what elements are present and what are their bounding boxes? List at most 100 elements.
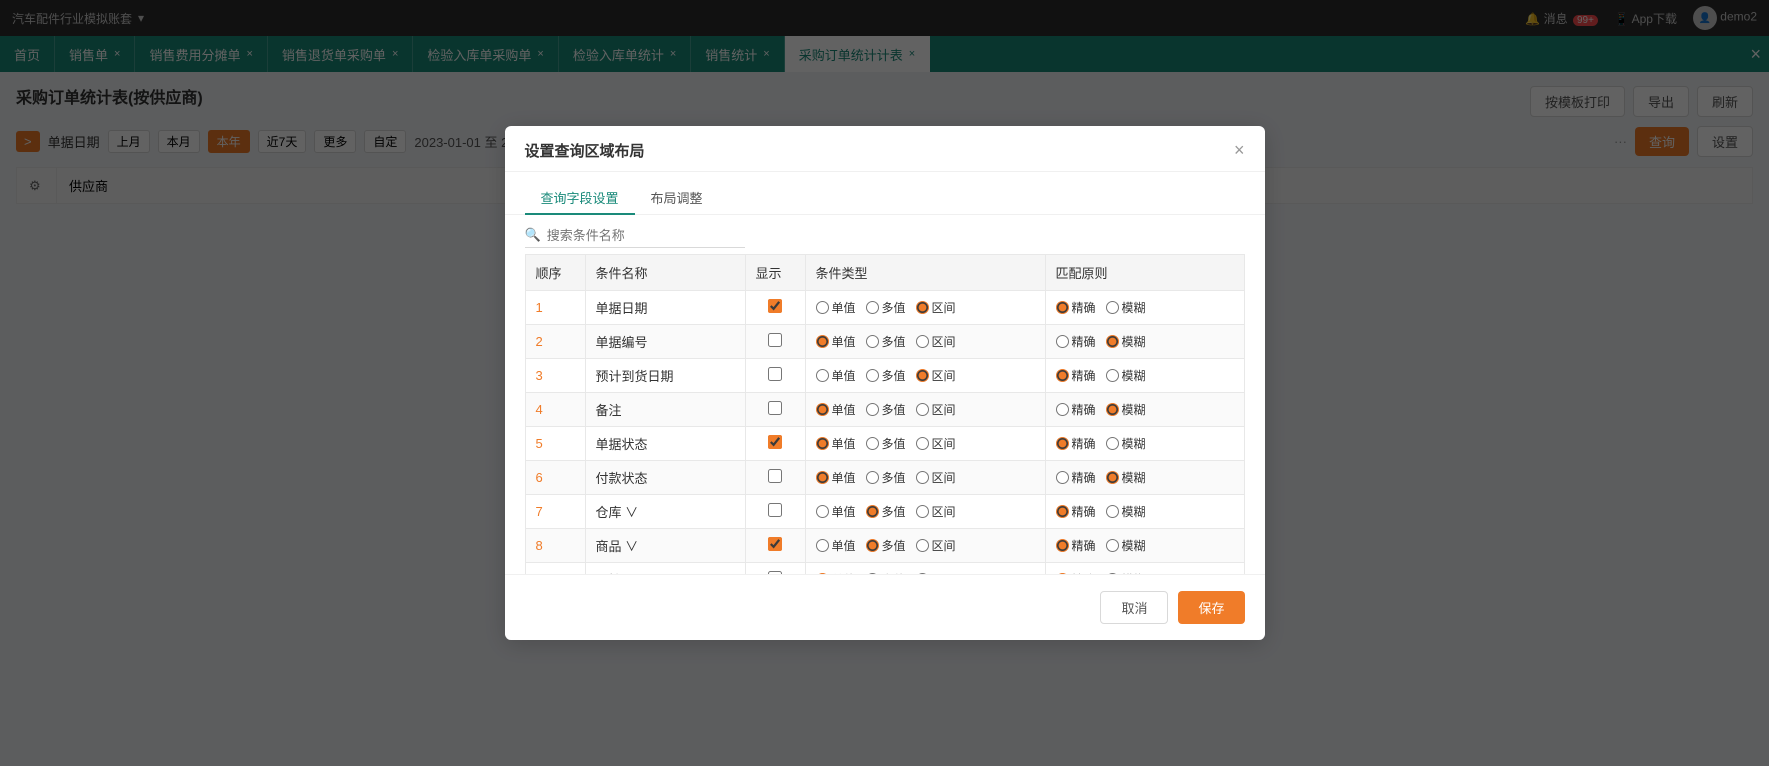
type-radio[interactable] [866, 505, 879, 518]
match-radio[interactable] [1106, 505, 1119, 518]
type-radio[interactable] [816, 471, 829, 484]
match-radio[interactable] [1106, 539, 1119, 552]
match-radio[interactable] [1056, 471, 1069, 484]
type-radio-label[interactable]: 单值 [816, 401, 856, 418]
match-radio[interactable] [1056, 335, 1069, 348]
row-seq: 2 [525, 325, 585, 359]
match-radio[interactable] [1106, 471, 1119, 484]
type-radio-label[interactable]: 单值 [816, 299, 856, 316]
match-radio-label[interactable]: 精确 [1056, 537, 1096, 554]
modal-tab-layout[interactable]: 布局调整 [635, 182, 719, 215]
cancel-button[interactable]: 取消 [1100, 591, 1168, 624]
match-radio[interactable] [1056, 301, 1069, 314]
type-radio[interactable] [866, 539, 879, 552]
display-checkbox[interactable] [768, 333, 782, 347]
type-radio-label[interactable]: 区间 [916, 503, 956, 520]
type-radio-label[interactable]: 单值 [816, 367, 856, 384]
type-radio-label[interactable]: 多值 [866, 367, 906, 384]
match-radio-label[interactable]: 精确 [1056, 299, 1096, 316]
type-radio-label[interactable]: 区间 [916, 299, 956, 316]
match-radio-label[interactable]: 精确 [1056, 333, 1096, 350]
search-input[interactable] [547, 228, 737, 243]
match-radio-label[interactable]: 精确 [1056, 503, 1096, 520]
type-radio[interactable] [916, 335, 929, 348]
match-radio[interactable] [1106, 403, 1119, 416]
match-radio-label[interactable]: 模糊 [1106, 367, 1146, 384]
type-radio-label[interactable]: 区间 [916, 435, 956, 452]
type-radio-label[interactable]: 区间 [916, 401, 956, 418]
type-radio[interactable] [866, 403, 879, 416]
type-radio[interactable] [816, 539, 829, 552]
match-radio[interactable] [1106, 437, 1119, 450]
type-radio-label[interactable]: 单值 [816, 469, 856, 486]
type-radio[interactable] [816, 301, 829, 314]
type-radio[interactable] [816, 437, 829, 450]
type-radio[interactable] [866, 369, 879, 382]
type-radio-label[interactable]: 单值 [816, 537, 856, 554]
type-radio-label[interactable]: 单值 [816, 333, 856, 350]
display-checkbox[interactable] [768, 469, 782, 483]
type-radio-label[interactable]: 多值 [866, 299, 906, 316]
match-radio-label[interactable]: 模糊 [1106, 435, 1146, 452]
type-radio-label[interactable]: 多值 [866, 333, 906, 350]
match-radio-label[interactable]: 精确 [1056, 401, 1096, 418]
display-checkbox[interactable] [768, 401, 782, 415]
type-radio-label[interactable]: 多值 [866, 435, 906, 452]
type-radio-label[interactable]: 区间 [916, 333, 956, 350]
display-checkbox[interactable] [768, 299, 782, 313]
row-condition-name: 单据状态 [585, 427, 745, 461]
display-checkbox[interactable] [768, 367, 782, 381]
match-radio-label[interactable]: 模糊 [1106, 299, 1146, 316]
type-radio[interactable] [866, 301, 879, 314]
match-radio-label[interactable]: 模糊 [1106, 503, 1146, 520]
match-radio[interactable] [1056, 505, 1069, 518]
type-radio[interactable] [916, 301, 929, 314]
type-radio[interactable] [916, 369, 929, 382]
match-radio-label[interactable]: 模糊 [1106, 537, 1146, 554]
type-radio[interactable] [816, 335, 829, 348]
row-type-cell: 单值多值区间 [805, 495, 1045, 529]
match-radio[interactable] [1056, 539, 1069, 552]
type-radio-label[interactable]: 单值 [816, 503, 856, 520]
display-checkbox[interactable] [768, 435, 782, 449]
type-radio-label[interactable]: 区间 [916, 537, 956, 554]
type-radio-label[interactable]: 多值 [866, 401, 906, 418]
type-radio-label[interactable]: 多值 [866, 503, 906, 520]
type-radio[interactable] [866, 335, 879, 348]
match-radio-label[interactable]: 精确 [1056, 435, 1096, 452]
type-radio-label[interactable]: 区间 [916, 469, 956, 486]
type-radio-label[interactable]: 单值 [816, 435, 856, 452]
match-radio[interactable] [1056, 437, 1069, 450]
match-radio-label[interactable]: 模糊 [1106, 469, 1146, 486]
save-button[interactable]: 保存 [1178, 591, 1244, 624]
match-radio-label[interactable]: 模糊 [1106, 401, 1146, 418]
match-radio[interactable] [1056, 369, 1069, 382]
table-row: 4备注单值多值区间精确模糊 [525, 393, 1244, 427]
type-radio-label[interactable]: 区间 [916, 367, 956, 384]
type-radio[interactable] [916, 471, 929, 484]
match-radio[interactable] [1056, 403, 1069, 416]
display-checkbox[interactable] [768, 503, 782, 517]
match-radio-label[interactable]: 精确 [1056, 469, 1096, 486]
type-radio[interactable] [916, 539, 929, 552]
type-radio[interactable] [916, 437, 929, 450]
type-radio-label[interactable]: 多值 [866, 537, 906, 554]
modal-tab-query-fields[interactable]: 查询字段设置 [525, 182, 635, 215]
type-radio[interactable] [816, 403, 829, 416]
type-radio[interactable] [916, 505, 929, 518]
type-radio[interactable] [916, 403, 929, 416]
type-radio-label[interactable]: 多值 [866, 469, 906, 486]
display-checkbox[interactable] [768, 537, 782, 551]
th-display: 显示 [745, 255, 805, 291]
modal-close-button[interactable]: × [1234, 140, 1245, 161]
type-radio[interactable] [816, 369, 829, 382]
type-radio[interactable] [866, 437, 879, 450]
match-radio-label[interactable]: 模糊 [1106, 333, 1146, 350]
match-radio[interactable] [1106, 369, 1119, 382]
match-radio[interactable] [1106, 301, 1119, 314]
match-radio[interactable] [1106, 335, 1119, 348]
row-condition-name: 备注 [585, 393, 745, 427]
match-radio-label[interactable]: 精确 [1056, 367, 1096, 384]
type-radio[interactable] [816, 505, 829, 518]
type-radio[interactable] [866, 471, 879, 484]
